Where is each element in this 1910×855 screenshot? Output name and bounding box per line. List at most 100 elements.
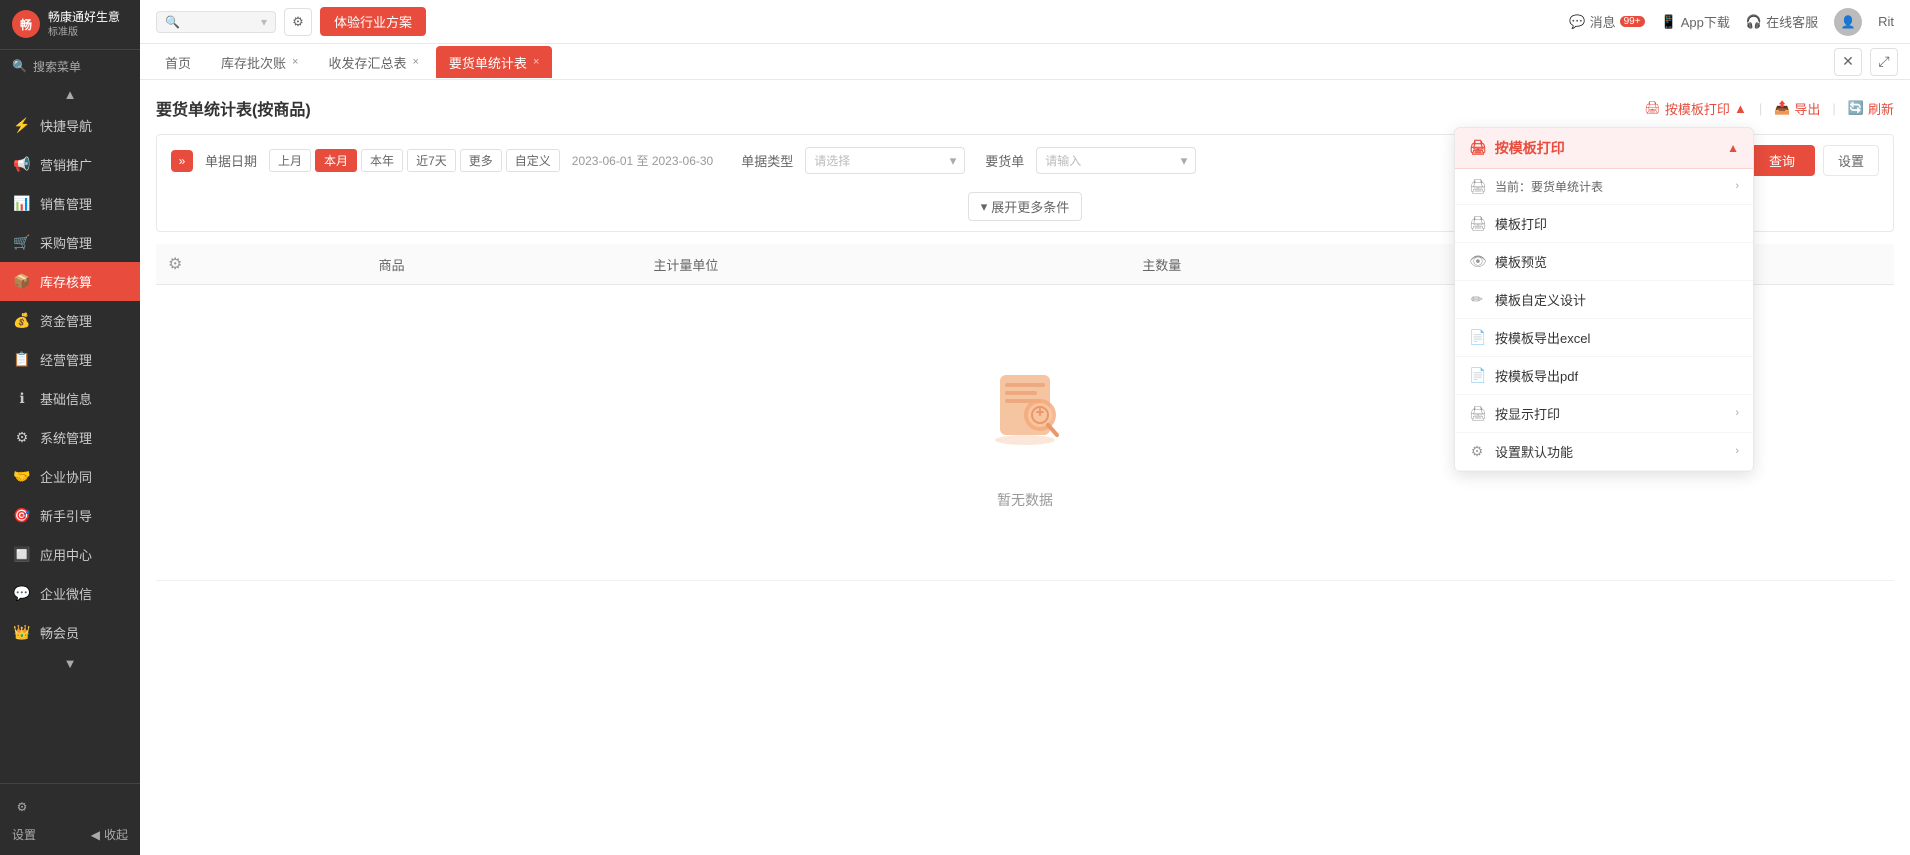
sidebar-item-basic[interactable]: ℹ基础信息 (0, 379, 140, 418)
tab-bar-right: ✕ ⤢ (1834, 48, 1898, 76)
sidebar-item-finance[interactable]: 💰资金管理 (0, 301, 140, 340)
user-avatar: 👤 (1834, 8, 1862, 36)
tabs-container: 首页库存批次账×收发存汇总表×要货单统计表× (152, 46, 552, 78)
settings-button[interactable]: 设置 (1823, 145, 1879, 176)
tab-receipt-summary[interactable]: 收发存汇总表 × (315, 46, 431, 78)
expand-down-icon: ▾ (981, 199, 988, 215)
messages-icon: 💬 (1569, 14, 1585, 30)
tab-order-stats-close[interactable]: × (533, 56, 539, 68)
refresh-btn[interactable]: 🔄 刷新 (1848, 99, 1894, 118)
close-window-btn[interactable]: ✕ (1834, 48, 1862, 76)
date-btn-更多[interactable]: 更多 (460, 149, 502, 172)
display-print-arrow: › (1735, 407, 1739, 419)
sidebar-item-wechat[interactable]: 💬 企业微信 (0, 574, 140, 613)
tab-order-stats[interactable]: 要货单统计表× (436, 46, 552, 78)
app-logo: 畅 畅康通好生意 标准版 (0, 0, 140, 50)
gear-button[interactable]: ⚙ (284, 8, 312, 36)
set-default-icon: ⚙ (1469, 443, 1485, 460)
page-title-row: 要货单统计表(按商品) 🖨 按模板打印 ▲ 🖨 按模板打印 (156, 96, 1894, 120)
sidebar-item-marketing[interactable]: 📢营销推广 (0, 145, 140, 184)
sidebar-item-operation[interactable]: 📋经营管理 (0, 340, 140, 379)
sidebar-item-app-center[interactable]: 🔲应用中心 (0, 535, 140, 574)
goods-select[interactable]: 请输入 ▾ (1036, 147, 1196, 174)
export-btn[interactable]: 📤 导出 (1774, 99, 1820, 118)
sidebar-operation-icon: 📋 (12, 351, 32, 368)
tab-receipt-summary-close[interactable]: × (412, 56, 418, 68)
sidebar-cooperation-label: 企业协同 (40, 467, 92, 486)
template-preview-icon: 👁 (1469, 253, 1485, 270)
sidebar-scroll-down[interactable]: ▼ (0, 652, 140, 675)
col-header-settings[interactable]: ⚙ (156, 244, 367, 285)
sidebar-sales-label: 销售管理 (40, 194, 92, 213)
page-title: 要货单统计表(按商品) (156, 96, 311, 120)
type-label: 单据类型 (741, 151, 793, 170)
user-name[interactable]: Rit (1878, 14, 1894, 29)
sidebar-bottom-collapse[interactable]: ◀ 收起 (91, 826, 128, 843)
goods-select-value: 请输入 (1045, 152, 1081, 169)
sidebar-item-cooperation[interactable]: 🤝企业协同 (0, 457, 140, 496)
template-export-excel-icon: 📄 (1469, 329, 1485, 346)
print-menu-item-template-export-pdf[interactable]: 📄按模板导出pdf (1455, 357, 1753, 395)
print-menu-item-template-preview[interactable]: 👁模板预览 (1455, 243, 1753, 281)
print-display-print[interactable]: 🖨 按显示打印 › (1455, 395, 1753, 433)
sidebar-quick-nav-icon: ⚡ (12, 117, 32, 134)
template-design-icon: ✏ (1469, 291, 1485, 308)
print-menu-item-template-print[interactable]: 🖨 模板打印 (1455, 205, 1753, 243)
sidebar-item-sales[interactable]: 📊销售管理 (0, 184, 140, 223)
date-label: 单据日期 (205, 151, 257, 170)
sidebar-scroll-up[interactable]: ▲ (0, 83, 140, 106)
template-print-icon: 🖨 (1469, 215, 1485, 232)
filter-expand-icon[interactable]: » (171, 150, 193, 172)
messages-action[interactable]: 💬 消息 99+ (1569, 12, 1644, 31)
type-select[interactable]: 请选择 ▾ (805, 147, 965, 174)
tab-inventory-batch[interactable]: 库存批次账× (208, 46, 311, 78)
date-btn-近7天[interactable]: 近7天 (407, 149, 456, 172)
tab-home[interactable]: 首页 (152, 46, 204, 78)
header-left: 🔍 ▾ ⚙ 体验行业方案 (156, 7, 426, 36)
date-btn-上月[interactable]: 上月 (269, 149, 311, 172)
sidebar-quick-nav-label: 快捷导航 (40, 116, 92, 135)
sidebar-item-member[interactable]: 👑畅会员 (0, 613, 140, 652)
sidebar-bottom-settings[interactable]: ⚙ (0, 792, 140, 822)
sidebar-member-icon: 👑 (12, 624, 32, 641)
gear-icon: ⚙ (292, 14, 304, 30)
print-template-btn[interactable]: 🖨 按模板打印 ▲ (1644, 99, 1746, 118)
print-current-template[interactable]: 🖨 当前：要货单统计表 › (1455, 169, 1753, 205)
print-set-default[interactable]: ⚙ 设置默认功能 › (1455, 433, 1753, 471)
sidebar-item-system[interactable]: ⚙系统管理 (0, 418, 140, 457)
sidebar-wechat-icon: 💬 (12, 585, 32, 602)
print-dropdown-chevron[interactable]: ▲ (1727, 141, 1739, 155)
date-btn-本年[interactable]: 本年 (361, 149, 403, 172)
maximize-window-btn[interactable]: ⤢ (1870, 48, 1898, 76)
template-export-pdf-label: 按模板导出pdf (1495, 366, 1578, 385)
date-btn-本月[interactable]: 本月 (315, 149, 357, 172)
top-header: 🔍 ▾ ⚙ 体验行业方案 💬 消息 99+ 📱 App下载 🎧 在线客服 (140, 0, 1910, 44)
app-download-action[interactable]: 📱 App下载 (1661, 12, 1730, 31)
sidebar-item-guide[interactable]: 🎯新手引导 (0, 496, 140, 535)
date-btn-自定义[interactable]: 自定义 (506, 149, 560, 172)
sidebar-item-inventory[interactable]: 📦库存核算 (0, 262, 140, 301)
sidebar-wechat-label: 企业微信 (40, 584, 92, 603)
table-settings-icon[interactable]: ⚙ (168, 256, 182, 273)
sidebar-search[interactable]: 🔍 搜索菜单 (0, 50, 140, 83)
print-menu-item-template-export-excel[interactable]: 📄按模板导出excel (1455, 319, 1753, 357)
tab-inventory-batch-close[interactable]: × (292, 56, 298, 68)
col-header-unit: 主计量单位 (641, 244, 1130, 285)
empty-icon (975, 355, 1075, 474)
query-button[interactable]: 查询 (1749, 145, 1815, 176)
print-dropdown-header: 🖨 按模板打印 ▲ (1455, 128, 1753, 169)
print-menu-item-template-design[interactable]: ✏模板自定义设计 (1455, 281, 1753, 319)
sidebar-bottom-settings-label[interactable]: 设置 (12, 826, 36, 843)
online-service-action[interactable]: 🎧 在线客服 (1746, 12, 1818, 31)
collapse-text: 收起 (104, 826, 128, 843)
expand-more-label: 展开更多条件 (991, 197, 1069, 216)
sidebar-item-quick-nav[interactable]: ⚡ 快捷导航 (0, 106, 140, 145)
nav-input[interactable]: 🔍 ▾ (156, 11, 276, 33)
sidebar-item-purchase[interactable]: 🛒采购管理 (0, 223, 140, 262)
template-print-label: 模板打印 (1495, 214, 1547, 233)
tab-home-label: 首页 (165, 53, 191, 72)
expand-more-btn[interactable]: ▾ 展开更多条件 (968, 192, 1083, 221)
trial-industry-button[interactable]: 体验行业方案 (320, 7, 426, 36)
sidebar-marketing-label: 营销推广 (40, 155, 92, 174)
tab-receipt-summary-label: 收发存汇总表 (328, 53, 406, 72)
